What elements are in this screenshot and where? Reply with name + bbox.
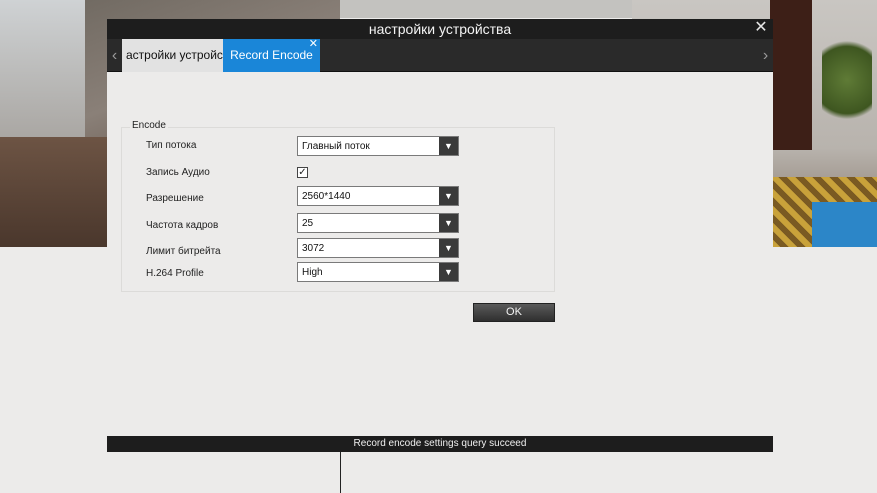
audio-record-checkbox[interactable]: ✓ (297, 167, 308, 178)
dialog-title: настройки устройства (368, 21, 512, 37)
resolution-select[interactable]: 2560*1440 ▼ (297, 186, 459, 206)
tab-label: астройки устройства (126, 48, 223, 62)
encode-panel: Encode Тип потока Главный поток ▼ Запись… (107, 73, 773, 436)
device-settings-dialog: настройки устройства ✕ ‹ астройки устрой… (107, 19, 773, 452)
ok-button[interactable]: OK (473, 303, 555, 322)
tab-label: Record Encode (230, 48, 313, 62)
dialog-titlebar: настройки устройства ✕ (107, 19, 773, 39)
frame-rate-select[interactable]: 25 ▼ (297, 213, 459, 233)
encode-group-label: Encode (130, 120, 168, 131)
camera-feed-top (340, 0, 632, 18)
h264-profile-label: H.264 Profile (146, 268, 204, 279)
tab-bar: ‹ астройки устройства Record Encode ✕ › (107, 38, 773, 72)
chevron-down-icon: ▼ (439, 239, 458, 257)
camera-pet-bed-area (812, 202, 877, 247)
frame-rate-value: 25 (302, 218, 314, 229)
camera-plant-area (822, 30, 872, 130)
bitrate-limit-select[interactable]: 3072 ▼ (297, 238, 459, 258)
stream-type-label: Тип потока (146, 140, 197, 151)
chevron-down-icon: ▼ (439, 214, 458, 232)
chevron-down-icon: ▼ (439, 137, 458, 155)
status-bar: Record encode settings query succeed (107, 436, 773, 452)
h264-profile-value: High (302, 267, 323, 278)
camera-window-area (0, 0, 85, 140)
frame-rate-label: Частота кадров (146, 220, 219, 231)
audio-record-label: Запись Аудио (146, 167, 210, 178)
h264-profile-select[interactable]: High ▼ (297, 262, 459, 282)
camera-door-area (770, 0, 812, 150)
stream-type-select[interactable]: Главный поток ▼ (297, 136, 459, 156)
tab-record-encode[interactable]: Record Encode ✕ (223, 38, 320, 72)
resolution-value: 2560*1440 (302, 191, 351, 202)
chevron-right-icon[interactable]: › (758, 39, 773, 72)
close-icon[interactable]: ✕ (309, 28, 318, 61)
stream-type-value: Главный поток (302, 141, 370, 152)
tab-device-settings[interactable]: астройки устройства (122, 39, 223, 72)
close-icon[interactable]: ✕ (753, 20, 769, 36)
chevron-down-icon: ▼ (439, 187, 458, 205)
grid-divider (340, 452, 341, 493)
chevron-down-icon: ▼ (439, 263, 458, 281)
resolution-label: Разрешение (146, 193, 204, 204)
chevron-left-icon[interactable]: ‹ (107, 39, 122, 72)
bitrate-limit-value: 3072 (302, 243, 325, 254)
bitrate-limit-label: Лимит битрейта (146, 246, 221, 257)
